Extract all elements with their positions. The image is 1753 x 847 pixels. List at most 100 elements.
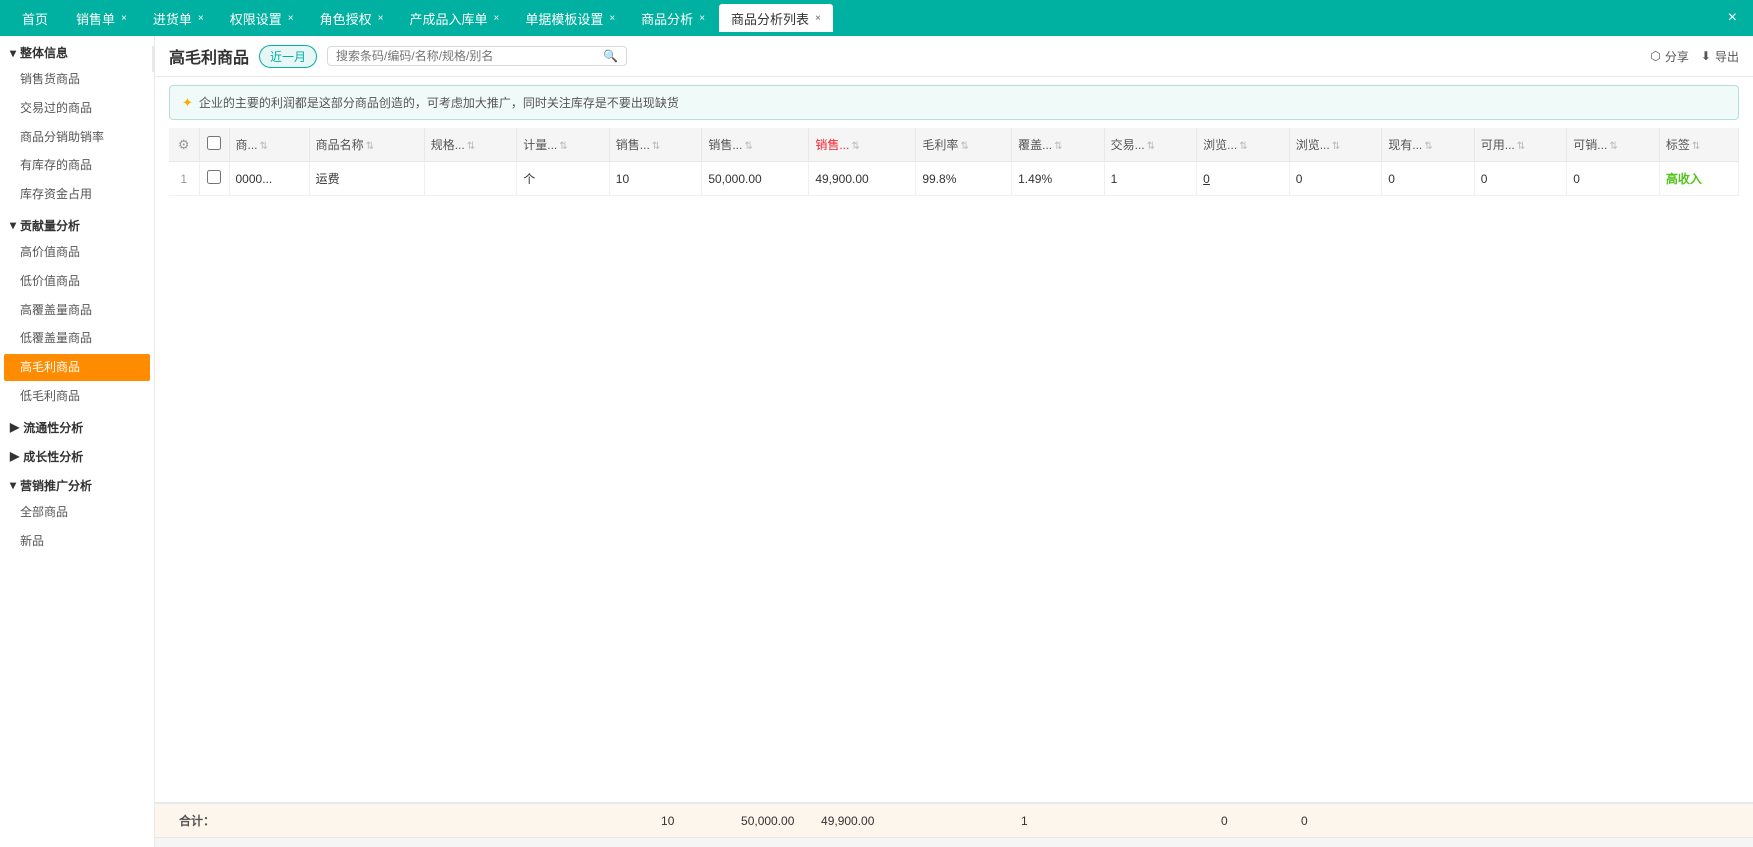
- group-arrow-icon: ▾: [10, 46, 16, 60]
- tab-close-icon[interactable]: ×: [493, 13, 499, 24]
- search-box[interactable]: 🔍: [327, 46, 627, 66]
- col-tag[interactable]: 标签⇅: [1659, 128, 1738, 162]
- sidebar-group-overall[interactable]: ▾ 整体信息: [0, 36, 154, 65]
- sidebar-item-inventory-capital[interactable]: 库存资金占用: [0, 180, 154, 209]
- select-all-checkbox[interactable]: [207, 136, 221, 150]
- sidebar-group-marketing[interactable]: ▾ 营销推广分析: [0, 469, 154, 498]
- sidebar-item-low-value[interactable]: 低价值商品: [0, 267, 154, 296]
- tab-close-icon[interactable]: ×: [121, 13, 127, 24]
- footer-current: 0: [1215, 814, 1295, 828]
- sidebar-item-all-goods[interactable]: 全部商品: [0, 498, 154, 527]
- col-name[interactable]: 商品名称⇅: [309, 128, 424, 162]
- export-icon: ⬇: [1701, 49, 1711, 63]
- col-sale-profit[interactable]: 销售...⇅: [809, 128, 916, 162]
- tab-product-analysis[interactable]: 商品分析 ×: [629, 4, 717, 32]
- col-current[interactable]: 现有...⇅: [1382, 128, 1475, 162]
- cell-gross-rate: 99.8%: [916, 162, 1012, 196]
- tab-close-icon[interactable]: ×: [609, 13, 615, 24]
- totals-label: 合计：: [169, 812, 225, 829]
- header-actions: ⬡ 分享 ⬇ 导出: [1650, 48, 1739, 65]
- share-button[interactable]: ⬡ 分享: [1650, 48, 1689, 65]
- row-checkbox-cell[interactable]: [199, 162, 229, 196]
- cell-unit: 个: [517, 162, 610, 196]
- cell-tag: 高收入: [1659, 162, 1738, 196]
- col-sale-qty[interactable]: 销售...⇅: [609, 128, 702, 162]
- cell-coverage: 1.49%: [1012, 162, 1105, 196]
- horizontal-scrollbar[interactable]: [155, 837, 1753, 847]
- cell-trade: 1: [1104, 162, 1197, 196]
- col-checkbox[interactable]: [199, 128, 229, 162]
- sidebar-group-growth[interactable]: ▶ 成长性分析: [0, 440, 154, 469]
- content-header: 高毛利商品 近一月 🔍 ⬡ 分享 ⬇ 导出: [155, 36, 1753, 77]
- col-code[interactable]: 商...⇅: [229, 128, 309, 162]
- tab-sales-order[interactable]: 销售单 ×: [64, 4, 139, 32]
- col-trade[interactable]: 交易...⇅: [1104, 128, 1197, 162]
- cell-spec: [424, 162, 517, 196]
- tab-product-analysis-list[interactable]: 商品分析列表 ×: [719, 4, 833, 32]
- nav-home[interactable]: 首页: [8, 9, 62, 28]
- data-table: ⚙ 商...⇅ 商品名称⇅ 规格...⇅ 计量...⇅ 销售...⇅ 销售...…: [169, 128, 1739, 196]
- sidebar-collapse-button[interactable]: «: [152, 46, 155, 72]
- col-coverage[interactable]: 覆盖...⇅: [1012, 128, 1105, 162]
- tab-template-settings[interactable]: 单据模板设置 ×: [513, 4, 627, 32]
- sidebar-group-contribution[interactable]: ▾ 贡献量分析: [0, 209, 154, 238]
- sidebar-item-sales-goods[interactable]: 销售货商品: [0, 65, 154, 94]
- col-unit[interactable]: 计量...⇅: [517, 128, 610, 162]
- row-number: 1: [169, 162, 199, 196]
- sidebar: « ▾ 整体信息 销售货商品 交易过的商品 商品分销助销率 有库存的商品 库存资…: [0, 36, 155, 847]
- search-input[interactable]: [336, 49, 599, 63]
- sidebar-item-low-coverage[interactable]: 低覆盖量商品: [0, 324, 154, 353]
- group-arrow-icon-3: ▶: [10, 420, 19, 434]
- footer-usable: 0: [1295, 814, 1375, 828]
- table-container[interactable]: ⚙ 商...⇅ 商品名称⇅ 规格...⇅ 计量...⇅ 销售...⇅ 销售...…: [155, 128, 1753, 802]
- settings-icon[interactable]: ⚙: [178, 137, 190, 152]
- col-browse2[interactable]: 浏览...⇅: [1289, 128, 1382, 162]
- cell-current: 0: [1382, 162, 1475, 196]
- tab-close-icon[interactable]: ×: [378, 13, 384, 24]
- main-layout: « ▾ 整体信息 销售货商品 交易过的商品 商品分销助销率 有库存的商品 库存资…: [0, 36, 1753, 847]
- tab-close-icon[interactable]: ×: [699, 13, 705, 24]
- search-icon[interactable]: 🔍: [603, 49, 618, 63]
- tab-role-auth[interactable]: 角色授权 ×: [308, 4, 396, 32]
- group-arrow-icon-5: ▾: [10, 478, 16, 492]
- sidebar-item-high-margin[interactable]: 高毛利商品: [4, 354, 150, 381]
- top-navigation: 首页 销售单 × 进货单 × 权限设置 × 角色授权 × 产成品入库单 × 单据…: [0, 0, 1753, 36]
- row-checkbox[interactable]: [207, 170, 221, 184]
- sidebar-item-traded-goods[interactable]: 交易过的商品: [0, 94, 154, 123]
- info-banner: ✦ 企业的主要的利润都是这部分商品创造的，可考虑加大推广，同时关注库存是不要出现…: [169, 85, 1739, 120]
- tab-close-icon[interactable]: ×: [288, 13, 294, 24]
- tab-permission-settings[interactable]: 权限设置 ×: [218, 4, 306, 32]
- cell-sale-amount: 50,000.00: [702, 162, 809, 196]
- footer-sale-profit: 49,900.00: [815, 814, 895, 828]
- sidebar-item-in-stock[interactable]: 有库存的商品: [0, 151, 154, 180]
- cell-sale-qty: 10: [609, 162, 702, 196]
- col-gross-rate[interactable]: 毛利率⇅: [916, 128, 1012, 162]
- col-browse1[interactable]: 浏览...⇅: [1197, 128, 1290, 162]
- col-settings[interactable]: ⚙: [169, 128, 199, 162]
- info-icon: ✦: [182, 95, 193, 111]
- tab-purchase-order[interactable]: 进货单 ×: [141, 4, 216, 32]
- sidebar-group-liquidity[interactable]: ▶ 流通性分析: [0, 411, 154, 440]
- tab-close-active-icon[interactable]: ×: [815, 13, 821, 24]
- sidebar-item-high-coverage[interactable]: 高覆盖量商品: [0, 296, 154, 325]
- filter-recent-month-button[interactable]: 近一月: [259, 45, 317, 68]
- col-usable[interactable]: 可用...⇅: [1474, 128, 1567, 162]
- tab-close-icon[interactable]: ×: [198, 13, 204, 24]
- cell-browse2: 0: [1289, 162, 1382, 196]
- export-button[interactable]: ⬇ 导出: [1701, 48, 1739, 65]
- group-arrow-icon-2: ▾: [10, 218, 16, 232]
- cell-code: 0000...: [229, 162, 309, 196]
- app-close-button[interactable]: ×: [1720, 9, 1745, 27]
- sidebar-item-distribution-rate[interactable]: 商品分销助销率: [0, 123, 154, 152]
- cell-salable: 0: [1567, 162, 1660, 196]
- tab-product-inbound[interactable]: 产成品入库单 ×: [397, 4, 511, 32]
- col-sale-amount[interactable]: 销售...⇅: [702, 128, 809, 162]
- sidebar-item-high-value[interactable]: 高价值商品: [0, 238, 154, 267]
- col-spec[interactable]: 规格...⇅: [424, 128, 517, 162]
- col-salable[interactable]: 可销...⇅: [1567, 128, 1660, 162]
- cell-browse1[interactable]: 0: [1197, 162, 1290, 196]
- footer-sale-amount: 50,000.00: [735, 814, 815, 828]
- sidebar-item-new-goods[interactable]: 新品: [0, 527, 154, 556]
- sidebar-item-low-margin[interactable]: 低毛利商品: [0, 382, 154, 411]
- page-title: 高毛利商品: [169, 44, 249, 68]
